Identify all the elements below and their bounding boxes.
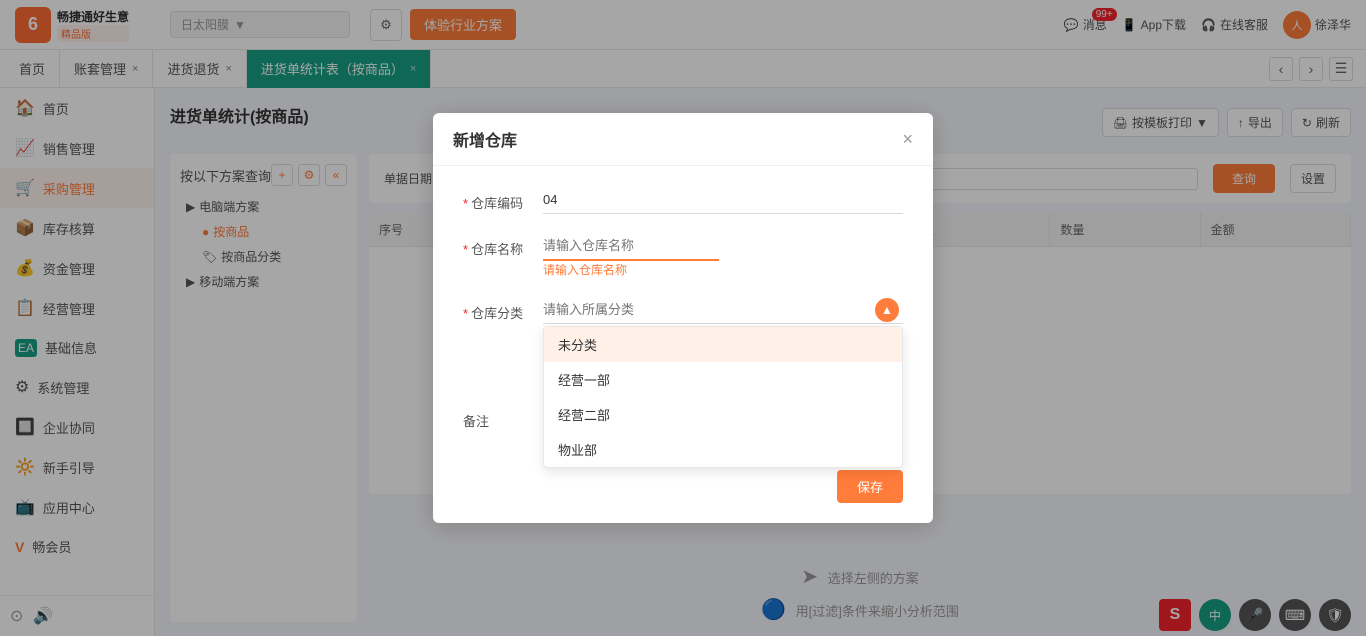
code-input[interactable]: [543, 186, 903, 214]
dropdown-item-dept3[interactable]: 物业部: [544, 432, 902, 467]
save-button[interactable]: 保存: [837, 470, 903, 503]
name-error-msg: 请输入仓库名称: [543, 261, 627, 278]
dropdown-item-dept1[interactable]: 经营一部: [544, 362, 902, 397]
name-input-wrapper: [543, 232, 903, 261]
name-input[interactable]: [543, 232, 719, 261]
modal-close-button[interactable]: ×: [902, 129, 913, 150]
modal-footer: 保存: [433, 470, 933, 503]
form-row-category: 仓库分类 ▲ 未分类 经营一部 经营二部 物业部: [463, 296, 903, 324]
category-dropdown-list: 未分类 经营一部 经营二部 物业部: [543, 326, 903, 468]
category-dropdown-arrow-icon[interactable]: ▲: [875, 298, 899, 322]
dropdown-item-unclassified[interactable]: 未分类: [544, 327, 902, 362]
modal-title: 新增仓库: [453, 127, 517, 151]
code-label: 仓库编码: [463, 186, 543, 212]
dropdown-item-dept2[interactable]: 经营二部: [544, 397, 902, 432]
form-row-name: 仓库名称 请输入仓库名称: [463, 232, 903, 278]
modal-body: 仓库编码 仓库名称 请输入仓库名称 仓库分类 ▲: [433, 166, 933, 470]
new-warehouse-modal: 新增仓库 × 仓库编码 仓库名称 请输入仓库名称 仓库分类: [433, 113, 933, 523]
modal-header: 新增仓库 ×: [433, 113, 933, 166]
form-row-code: 仓库编码: [463, 186, 903, 214]
name-label: 仓库名称: [463, 232, 543, 258]
note-label: 备注: [463, 404, 543, 430]
category-select-wrapper: ▲ 未分类 经营一部 经营二部 物业部: [543, 296, 903, 324]
category-label: 仓库分类: [463, 296, 543, 322]
category-input[interactable]: [543, 296, 903, 324]
